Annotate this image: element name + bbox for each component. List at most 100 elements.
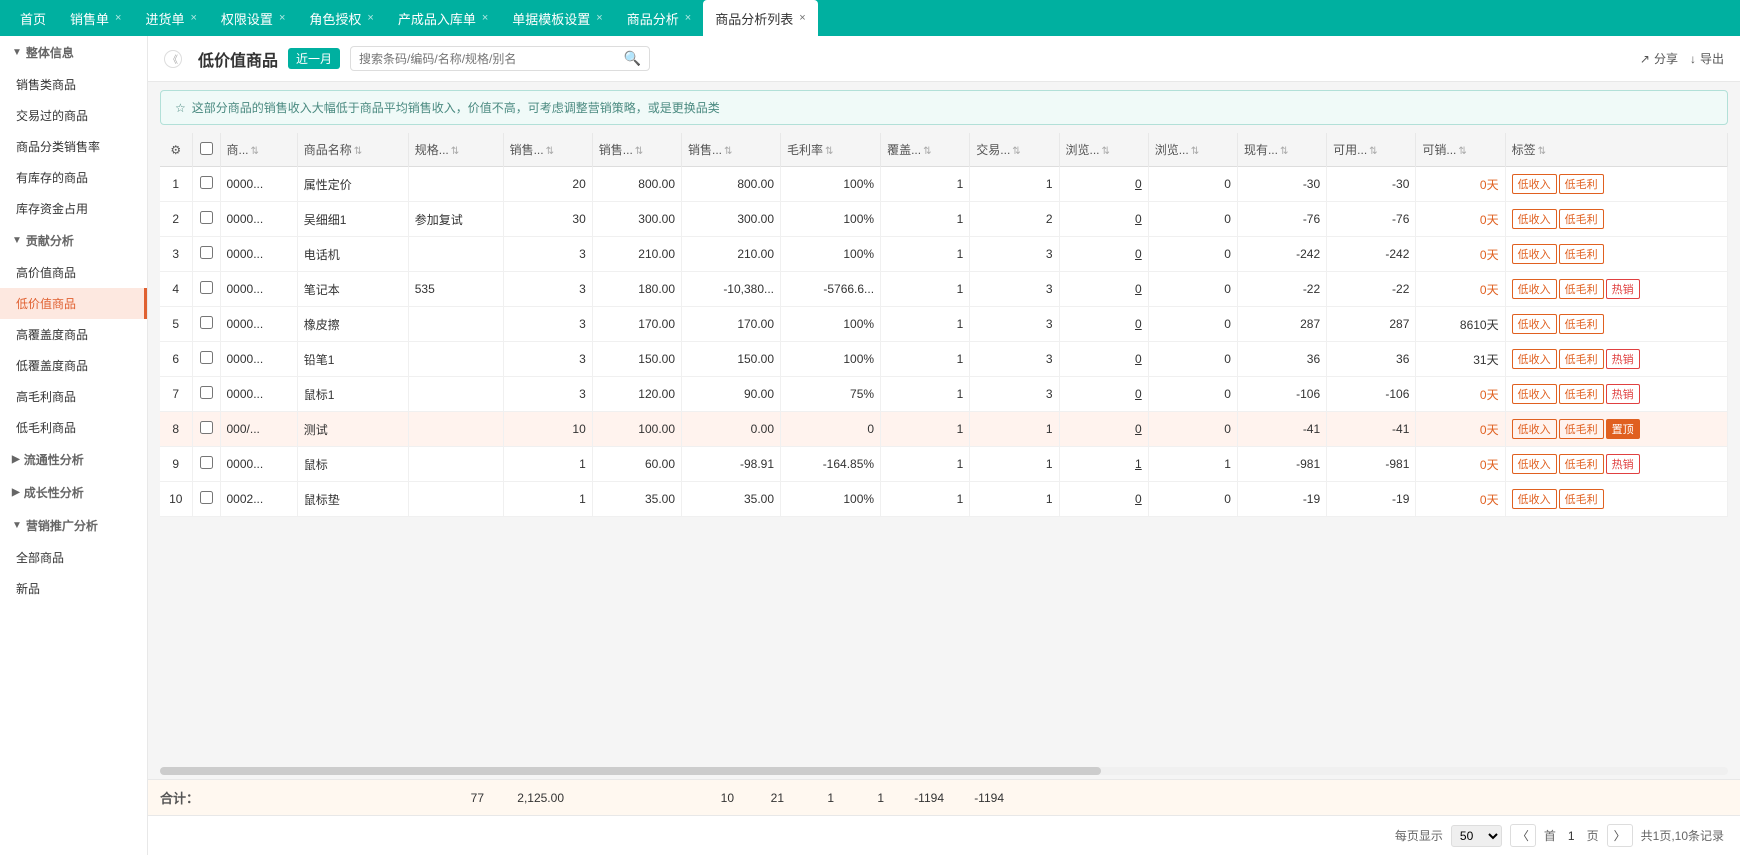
- sidebar-item-capital[interactable]: 库存资金占用: [0, 193, 147, 224]
- row-checkbox[interactable]: [200, 456, 213, 469]
- cell-checkbox[interactable]: [192, 377, 220, 412]
- close-tab-7[interactable]: ×: [799, 12, 805, 24]
- view1-link[interactable]: 0: [1135, 177, 1142, 191]
- col-code[interactable]: 商...⇅: [220, 133, 297, 167]
- nav-tab-6[interactable]: 商品分析 ×: [615, 0, 703, 36]
- nav-tab-0[interactable]: 销售单 ×: [58, 0, 133, 36]
- collapse-icon[interactable]: 《: [164, 50, 182, 68]
- sidebar-item-sales-goods[interactable]: 销售类商品: [0, 69, 147, 100]
- sidebar-group-marketing[interactable]: ▼ 营销推广分析: [0, 509, 147, 542]
- view1-link[interactable]: 0: [1135, 247, 1142, 261]
- row-checkbox[interactable]: [200, 281, 213, 294]
- view1-link[interactable]: 0: [1135, 492, 1142, 506]
- sidebar-item-high-coverage[interactable]: 高覆盖度商品: [0, 319, 147, 350]
- sidebar-group-growth[interactable]: ▶ 成长性分析: [0, 476, 147, 509]
- col-spec[interactable]: 规格...⇅: [408, 133, 503, 167]
- cell-view1[interactable]: 0: [1059, 482, 1148, 517]
- col-settings[interactable]: ⚙: [160, 133, 192, 167]
- cell-checkbox[interactable]: [192, 272, 220, 307]
- cell-checkbox[interactable]: [192, 412, 220, 447]
- cell-checkbox[interactable]: [192, 167, 220, 202]
- sidebar-group-overview[interactable]: ▼ 整体信息: [0, 36, 147, 69]
- sidebar-item-in-stock[interactable]: 有库存的商品: [0, 162, 147, 193]
- sidebar-item-category-rate[interactable]: 商品分类销售率: [0, 131, 147, 162]
- sidebar-group-contribution[interactable]: ▼ 贡献分析: [0, 224, 147, 257]
- nav-tab-5[interactable]: 单据模板设置 ×: [500, 0, 614, 36]
- sidebar-group-liquidity[interactable]: ▶ 流通性分析: [0, 443, 147, 476]
- close-tab-2[interactable]: ×: [279, 12, 285, 24]
- select-all-checkbox[interactable]: [200, 142, 213, 155]
- close-tab-1[interactable]: ×: [190, 12, 196, 24]
- export-button[interactable]: ↓ 导出: [1690, 50, 1724, 67]
- view1-link[interactable]: 0: [1135, 422, 1142, 436]
- cell-view1[interactable]: 0: [1059, 377, 1148, 412]
- cell-checkbox[interactable]: [192, 237, 220, 272]
- view1-link[interactable]: 0: [1135, 317, 1142, 331]
- col-saleable[interactable]: 可销...⇅: [1416, 133, 1505, 167]
- col-sale-cost[interactable]: 销售...⇅: [682, 133, 781, 167]
- cell-checkbox[interactable]: [192, 307, 220, 342]
- view1-link[interactable]: 1: [1135, 457, 1142, 471]
- last-page-btn[interactable]: 〉: [1607, 824, 1633, 847]
- cell-view1[interactable]: 1: [1059, 447, 1148, 482]
- cell-view1[interactable]: 0: [1059, 272, 1148, 307]
- nav-tab-1[interactable]: 进货单 ×: [133, 0, 208, 36]
- time-filter-btn[interactable]: 近一月: [288, 48, 340, 69]
- col-available[interactable]: 可用...⇅: [1327, 133, 1416, 167]
- view1-link[interactable]: 0: [1135, 282, 1142, 296]
- share-button[interactable]: ↗ 分享: [1640, 50, 1678, 67]
- nav-tab-3[interactable]: 角色授权 ×: [297, 0, 385, 36]
- row-checkbox[interactable]: [200, 386, 213, 399]
- col-view2[interactable]: 浏览...⇅: [1148, 133, 1237, 167]
- cell-checkbox[interactable]: [192, 202, 220, 237]
- per-page-select[interactable]: 50 100 200: [1451, 825, 1502, 847]
- close-tab-0[interactable]: ×: [115, 12, 121, 24]
- col-name[interactable]: 商品名称⇅: [297, 133, 408, 167]
- sidebar-item-low-value[interactable]: 低价值商品: [0, 288, 147, 319]
- row-checkbox[interactable]: [200, 211, 213, 224]
- row-checkbox[interactable]: [200, 421, 213, 434]
- sidebar-item-new-goods[interactable]: 新品: [0, 573, 147, 604]
- nav-tab-7[interactable]: 商品分析列表 ×: [703, 0, 817, 36]
- table-wrapper[interactable]: ⚙ 商...⇅ 商品名称⇅ 规格...⇅ 销售...⇅ 销售...⇅ 销售...…: [148, 133, 1740, 767]
- row-checkbox[interactable]: [200, 351, 213, 364]
- close-tab-4[interactable]: ×: [482, 12, 488, 24]
- nav-home[interactable]: 首页: [8, 9, 58, 28]
- sidebar-item-high-margin[interactable]: 高毛利商品: [0, 381, 147, 412]
- sidebar-item-traded-goods[interactable]: 交易过的商品: [0, 100, 147, 131]
- nav-tab-4[interactable]: 产成品入库单 ×: [386, 0, 500, 36]
- sidebar-item-high-value[interactable]: 高价值商品: [0, 257, 147, 288]
- cell-view1[interactable]: 0: [1059, 342, 1148, 377]
- col-view1[interactable]: 浏览...⇅: [1059, 133, 1148, 167]
- view1-link[interactable]: 0: [1135, 352, 1142, 366]
- col-sale-qty[interactable]: 销售...⇅: [503, 133, 592, 167]
- col-gross-rate[interactable]: 毛利率⇅: [781, 133, 881, 167]
- scrollbar-track[interactable]: [160, 767, 1728, 775]
- cell-view1[interactable]: 0: [1059, 412, 1148, 447]
- row-checkbox[interactable]: [200, 491, 213, 504]
- cell-checkbox[interactable]: [192, 342, 220, 377]
- view1-link[interactable]: 0: [1135, 387, 1142, 401]
- cell-view1[interactable]: 0: [1059, 237, 1148, 272]
- close-tab-5[interactable]: ×: [596, 12, 602, 24]
- sidebar-item-all-goods[interactable]: 全部商品: [0, 542, 147, 573]
- cell-view1[interactable]: 0: [1059, 167, 1148, 202]
- col-tags[interactable]: 标签⇅: [1505, 133, 1727, 167]
- col-coverage[interactable]: 覆盖...⇅: [881, 133, 970, 167]
- sidebar-item-low-margin[interactable]: 低毛利商品: [0, 412, 147, 443]
- close-tab-3[interactable]: ×: [367, 12, 373, 24]
- sidebar-item-low-coverage[interactable]: 低覆盖度商品: [0, 350, 147, 381]
- search-input[interactable]: [359, 52, 624, 66]
- col-current-stock[interactable]: 现有...⇅: [1237, 133, 1326, 167]
- row-checkbox[interactable]: [200, 246, 213, 259]
- row-checkbox[interactable]: [200, 316, 213, 329]
- scrollbar-thumb[interactable]: [160, 767, 1101, 775]
- search-icon[interactable]: 🔍: [624, 50, 641, 67]
- view1-link[interactable]: 0: [1135, 212, 1142, 226]
- cell-checkbox[interactable]: [192, 447, 220, 482]
- nav-tab-2[interactable]: 权限设置 ×: [209, 0, 297, 36]
- cell-view1[interactable]: 0: [1059, 307, 1148, 342]
- cell-checkbox[interactable]: [192, 482, 220, 517]
- close-tab-6[interactable]: ×: [685, 12, 691, 24]
- col-checkbox[interactable]: [192, 133, 220, 167]
